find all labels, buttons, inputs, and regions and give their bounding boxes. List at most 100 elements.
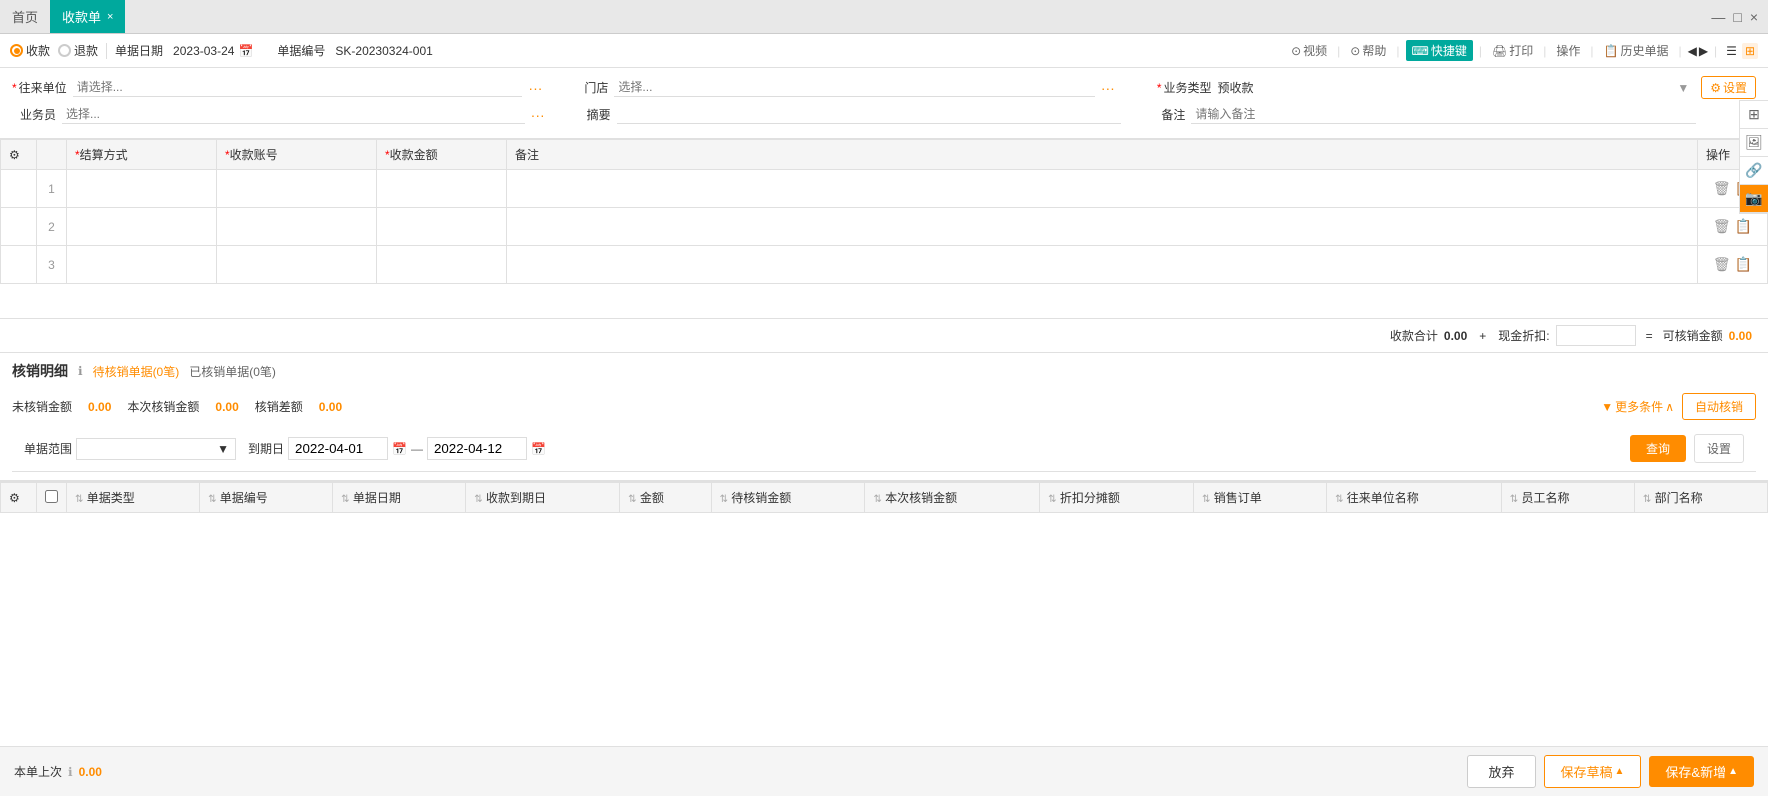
row-remark-cell[interactable] [507, 246, 1698, 284]
row-account-cell[interactable] [217, 246, 377, 284]
history-icon: 📋 [1603, 44, 1618, 58]
select-all-checkbox[interactable] [45, 490, 58, 503]
save-new-arrow-icon[interactable]: ▲ [1728, 766, 1738, 777]
due-date-field: 到期日 📅 — 📅 [248, 437, 546, 460]
info-icon-footer[interactable]: ℹ [68, 765, 73, 779]
row-account-cell[interactable] [217, 170, 377, 208]
settings-label: 设置 [1723, 79, 1747, 96]
staff-input[interactable] [62, 105, 525, 124]
more-conditions-btn[interactable]: ▼ 更多条件 ∧ [1601, 398, 1674, 415]
row-settlement-cell[interactable] [67, 170, 217, 208]
col-settings-header[interactable]: ⚙ [1, 140, 37, 170]
bottom-col-9-header: ⇅ 往来单位名称 [1327, 483, 1502, 513]
row-delete-icon[interactable]: 🗑 [1713, 218, 1731, 235]
number-field: 单据编号 SK-20230324-001 [277, 42, 432, 59]
grid-view-icon[interactable]: ⊞ [1742, 43, 1758, 59]
sort-icon-4[interactable]: ⇅ [628, 494, 636, 505]
right-panel-link-icon[interactable]: 🔗 [1740, 157, 1768, 185]
row-amount-cell[interactable] [377, 246, 507, 284]
row-amount-cell[interactable] [377, 208, 507, 246]
save-draft-button[interactable]: 保存草稿 ▲ [1544, 755, 1642, 788]
sort-icon-0[interactable]: ⇅ [75, 494, 83, 505]
list-view-icon[interactable]: ☰ [1723, 43, 1740, 59]
row-remark-cell[interactable] [507, 208, 1698, 246]
store-more-icon[interactable]: ··· [1099, 80, 1117, 96]
calendar-to-icon[interactable]: 📅 [531, 442, 546, 456]
number-label: 单据编号 [277, 42, 325, 59]
net-label: 可核销金额 [1663, 327, 1723, 344]
radio-refund-dot [58, 44, 71, 57]
sort-icon-5[interactable]: ⇅ [720, 494, 728, 505]
calendar-icon[interactable]: 📅 [238, 44, 253, 58]
business-type-chevron-icon[interactable]: ▼ [1677, 81, 1689, 95]
operate-btn[interactable]: 操作 [1552, 40, 1584, 61]
done-tab[interactable]: 已核销单据(0笔) [189, 363, 276, 380]
row-remark-cell[interactable] [507, 170, 1698, 208]
next-arrow-icon[interactable]: ▶ [1699, 44, 1708, 58]
sort-icon-7[interactable]: ⇅ [1048, 494, 1056, 505]
right-panel-table-icon[interactable]: ⊞ [1740, 101, 1768, 129]
row-copy-icon[interactable]: 📋 [1735, 256, 1752, 273]
date-to-input[interactable] [427, 437, 527, 460]
tab-current[interactable]: 收款单 × [50, 0, 125, 33]
staff-more-icon[interactable]: ··· [529, 107, 547, 123]
row-settlement-cell[interactable] [67, 246, 217, 284]
summary-bar: 收款合计 0.00 + 现金折扣: = 可核销金额 0.00 [0, 319, 1768, 353]
history-btn[interactable]: 📋 历史单据 [1599, 40, 1672, 61]
filter-right: 查询 设置 [1630, 434, 1744, 463]
sort-icon-3[interactable]: ⇅ [474, 494, 482, 505]
bottom-col-checkbox-header[interactable] [37, 483, 67, 513]
summary-input[interactable] [617, 105, 1122, 124]
store-input[interactable] [614, 78, 1094, 97]
prev-arrow-icon[interactable]: ◀ [1688, 44, 1697, 58]
maximize-icon[interactable]: □ [1733, 9, 1741, 25]
right-panel-image-icon[interactable]: 🖼 [1740, 129, 1768, 157]
row-amount-cell[interactable] [377, 170, 507, 208]
video-btn[interactable]: ⊙ 视频 [1287, 40, 1331, 61]
range-select[interactable]: ▼ [76, 438, 236, 460]
radio-receive[interactable]: 收款 [10, 42, 50, 59]
sort-icon-8[interactable]: ⇅ [1202, 494, 1210, 505]
filter-settings-button[interactable]: 设置 [1694, 434, 1744, 463]
row-number: 1 [37, 170, 67, 208]
help-label: 帮助 [1362, 42, 1386, 59]
radio-refund[interactable]: 退款 [58, 42, 98, 59]
sort-icon-11[interactable]: ⇅ [1643, 494, 1651, 505]
tab-close-icon[interactable]: × [107, 11, 113, 23]
minimize-icon[interactable]: — [1711, 9, 1725, 25]
discount-input[interactable] [1556, 325, 1636, 346]
sort-icon-2[interactable]: ⇅ [341, 494, 349, 505]
sort-icon-1[interactable]: ⇅ [208, 494, 216, 505]
row-delete-icon[interactable]: 🗑 [1713, 180, 1731, 197]
note-input[interactable] [1191, 105, 1696, 124]
discard-button[interactable]: 放弃 [1467, 755, 1535, 788]
row-delete-icon[interactable]: 🗑 [1713, 256, 1731, 273]
net-value: 0.00 [1729, 329, 1752, 343]
settings-gear-icon[interactable]: ⚙ [9, 491, 20, 505]
print-btn[interactable]: 🖨 打印 [1488, 40, 1537, 61]
right-panel-camera-icon[interactable]: 📷 [1740, 185, 1768, 213]
settings-button[interactable]: ⚙ 设置 [1701, 76, 1756, 99]
counterparty-input[interactable] [73, 78, 523, 97]
auto-offset-button[interactable]: 自动核销 [1682, 393, 1756, 420]
info-icon[interactable]: ℹ [78, 364, 83, 378]
pending-tab[interactable]: 待核销单据(0笔) [93, 363, 180, 380]
row-account-cell[interactable] [217, 208, 377, 246]
close-window-icon[interactable]: × [1750, 9, 1758, 25]
row-copy-icon[interactable]: 📋 [1735, 218, 1752, 235]
date-from-input[interactable] [288, 437, 388, 460]
sort-icon-9[interactable]: ⇅ [1335, 494, 1343, 505]
sort-icon-6[interactable]: ⇅ [873, 494, 881, 505]
row-settlement-cell[interactable] [67, 208, 217, 246]
save-new-button[interactable]: 保存&新增 ▲ [1649, 756, 1754, 787]
help-btn[interactable]: ⊙ 帮助 [1346, 40, 1390, 61]
shortcut-btn[interactable]: ⌨ 快捷键 [1406, 40, 1473, 61]
save-draft-arrow-icon[interactable]: ▲ [1615, 766, 1625, 777]
calendar-from-icon[interactable]: 📅 [392, 442, 407, 456]
bottom-col-settings-header[interactable]: ⚙ [1, 483, 37, 513]
sort-icon-10[interactable]: ⇅ [1510, 494, 1518, 505]
radio-refund-label: 退款 [74, 42, 98, 59]
tab-home[interactable]: 首页 [0, 0, 50, 33]
query-button[interactable]: 查询 [1630, 435, 1686, 462]
counterparty-more-icon[interactable]: ··· [526, 80, 544, 96]
